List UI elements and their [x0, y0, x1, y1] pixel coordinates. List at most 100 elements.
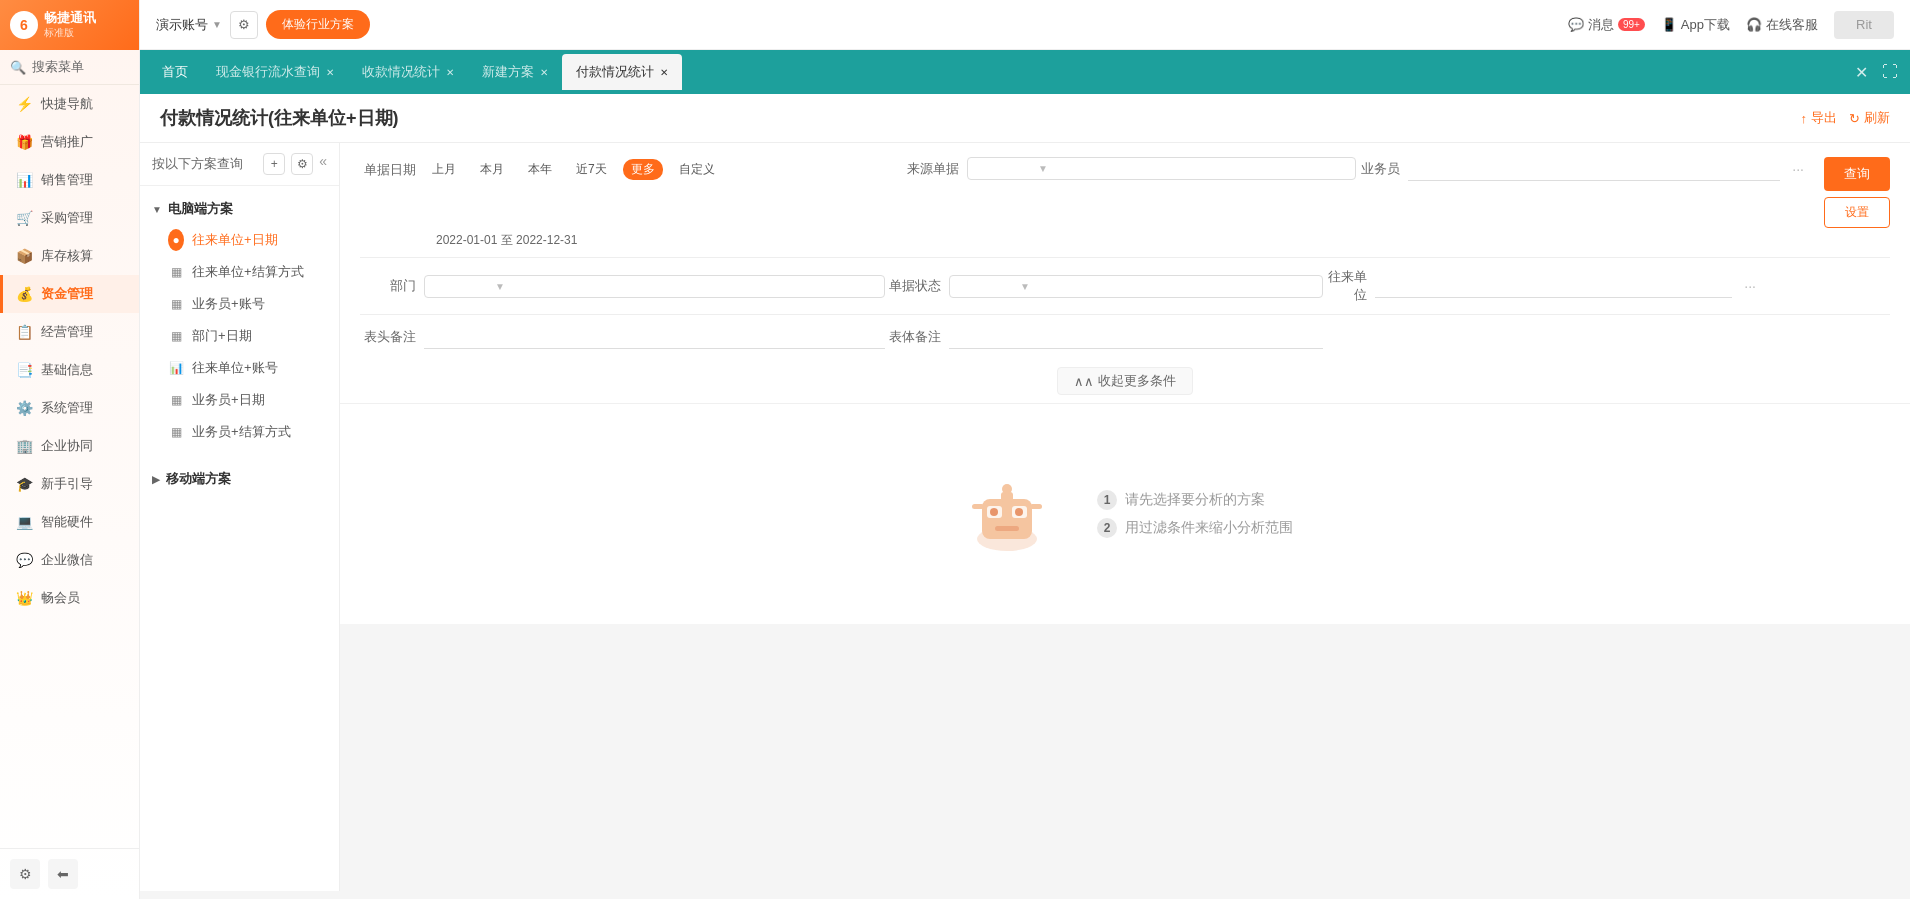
sidebar-brand: 畅捷通讯 标准版: [44, 10, 96, 40]
sidebar-item-label: 系统管理: [41, 399, 93, 417]
tip-num-2: 2: [1097, 518, 1117, 538]
salesman-more-btn[interactable]: ···: [1788, 161, 1808, 177]
tab-close-receivable[interactable]: ✕: [446, 67, 454, 78]
sidebar-item-inventory[interactable]: 📦 库存核算: [0, 237, 139, 275]
collapse-sidebar-btn[interactable]: ⬅: [48, 859, 78, 889]
message-badge: 99+: [1618, 18, 1645, 31]
voucher-status-select[interactable]: ▼: [949, 275, 1323, 298]
page-content: 付款情况统计(往来单位+日期) ↑ 导出 ↻ 刷新 按: [140, 94, 1910, 899]
page-header-actions: ↑ 导出 ↻ 刷新: [1801, 109, 1891, 127]
sidebar-item-guide[interactable]: 🎓 新手引导: [0, 465, 139, 503]
tab-bar: 首页 现金银行流水查询 ✕ 收款情况统计 ✕ 新建方案 ✕ 付款情况统计 ✕ ✕…: [140, 50, 1910, 94]
export-icon: ↑: [1801, 111, 1808, 126]
message-icon: 💬: [1568, 17, 1584, 32]
settings-footer-btn[interactable]: ⚙: [10, 859, 40, 889]
counterpart-more-btn[interactable]: ···: [1740, 278, 1760, 294]
custom-date-btn[interactable]: 自定义: [671, 157, 723, 182]
sidebar-item-marketing[interactable]: 🎁 营销推广: [0, 123, 139, 161]
scheme-item-label: 往来单位+日期: [192, 231, 278, 249]
scheme-item-salesman-date[interactable]: ▦ 业务员+日期: [140, 384, 339, 416]
tab-payment-stat[interactable]: 付款情况统计 ✕: [562, 54, 682, 90]
sidebar-item-hardware[interactable]: 💻 智能硬件: [0, 503, 139, 541]
scheme-item-counterpart-date[interactable]: ● 往来单位+日期: [140, 224, 339, 256]
search-menu[interactable]: 🔍 搜索菜单: [0, 50, 139, 85]
wechat-icon: 💬: [15, 551, 33, 569]
enterprise-icon: 🏢: [15, 437, 33, 455]
top-bar-right: 💬 消息 99+ 📱 App下载 🎧 在线客服 Rit: [1568, 11, 1894, 39]
dept-select[interactable]: ▼: [424, 275, 885, 298]
app-download-label: App下载: [1681, 16, 1730, 34]
header-note-label: 表头备注: [360, 328, 416, 346]
empty-icon: [957, 464, 1057, 564]
settings-set-btn[interactable]: 设置: [1824, 197, 1890, 228]
scheme-item-salesman-account[interactable]: ▦ 业务员+账号: [140, 288, 339, 320]
add-scheme-btn[interactable]: +: [263, 153, 285, 175]
collapse-icon: ∧∧: [1074, 374, 1094, 389]
counterpart-input[interactable]: [1375, 274, 1733, 298]
tab-new-scheme[interactable]: 新建方案 ✕: [468, 54, 562, 90]
messages-btn[interactable]: 💬 消息 99+: [1568, 16, 1645, 34]
sidebar-item-basic-info[interactable]: 📑 基础信息: [0, 351, 139, 389]
online-service-btn[interactable]: 🎧 在线客服: [1746, 16, 1818, 34]
basic-info-icon: 📑: [15, 361, 33, 379]
svg-rect-6: [995, 526, 1019, 531]
last-7-days-btn[interactable]: 近7天: [568, 157, 615, 182]
sidebar-item-operation[interactable]: 📋 经营管理: [0, 313, 139, 351]
sidebar-item-system[interactable]: ⚙️ 系统管理: [0, 389, 139, 427]
refresh-btn[interactable]: ↻ 刷新: [1849, 109, 1890, 127]
tab-bank-flow[interactable]: 现金银行流水查询 ✕: [202, 54, 348, 90]
sidebar-item-member[interactable]: 👑 畅会员: [0, 579, 139, 617]
sidebar-item-sales[interactable]: 📊 销售管理: [0, 161, 139, 199]
sidebar-item-purchase[interactable]: 🛒 采购管理: [0, 199, 139, 237]
inventory-icon: 📦: [15, 247, 33, 265]
source-voucher-select[interactable]: ▼: [967, 157, 1356, 180]
export-btn[interactable]: ↑ 导出: [1801, 109, 1838, 127]
source-voucher-arrow: ▼: [1038, 163, 1048, 174]
scheme-item-dept-date[interactable]: ▦ 部门+日期: [140, 320, 339, 352]
sidebar-item-label: 销售管理: [41, 171, 93, 189]
tab-home[interactable]: 首页: [148, 54, 202, 90]
tab-close-new-scheme[interactable]: ✕: [540, 67, 548, 78]
close-all-tabs-btn[interactable]: ✕: [1851, 59, 1872, 86]
search-icon: 🔍: [10, 60, 26, 75]
sidebar-item-finance[interactable]: 💰 资金管理: [0, 275, 139, 313]
salesman-input[interactable]: [1408, 157, 1781, 181]
tip-text-2: 用过滤条件来缩小分析范围: [1125, 519, 1293, 537]
body-note-label: 表体备注: [885, 328, 941, 346]
topbar-settings-btn[interactable]: ⚙: [230, 11, 258, 39]
query-btn[interactable]: 查询: [1824, 157, 1890, 191]
scheme-item-counterpart-account[interactable]: 📊 往来单位+账号: [140, 352, 339, 384]
tab-receivable[interactable]: 收款情况统计 ✕: [348, 54, 468, 90]
tab-close-payment-stat[interactable]: ✕: [660, 67, 668, 78]
scheme-item-salesman-settlement[interactable]: ▦ 业务员+结算方式: [140, 416, 339, 448]
desktop-scheme-header[interactable]: ▼ 电脑端方案: [140, 194, 339, 224]
user-avatar[interactable]: Rit: [1834, 11, 1894, 39]
sidebar-item-label: 新手引导: [41, 475, 93, 493]
sidebar-item-label: 快捷导航: [41, 95, 93, 113]
sales-icon: 📊: [15, 171, 33, 189]
scheme-settings-btn[interactable]: ⚙: [291, 153, 313, 175]
trial-btn[interactable]: 体验行业方案: [266, 10, 370, 39]
collapse-scheme-btn[interactable]: «: [319, 153, 327, 175]
scheme-item-counterpart-settlement[interactable]: ▦ 往来单位+结算方式: [140, 256, 339, 288]
empty-tip-1: 1 请先选择要分析的方案: [1097, 490, 1293, 510]
maximize-btn[interactable]: ⛶: [1878, 59, 1902, 86]
sidebar-item-wechat[interactable]: 💬 企业微信: [0, 541, 139, 579]
more-btn[interactable]: 更多: [623, 159, 663, 180]
collapse-more-btn[interactable]: ∧∧ 收起更多条件: [1057, 367, 1193, 395]
last-month-btn[interactable]: 上月: [424, 157, 464, 182]
this-month-btn[interactable]: 本月: [472, 157, 512, 182]
sidebar-item-quick-nav[interactable]: ⚡ 快捷导航: [0, 85, 139, 123]
sidebar-item-enterprise[interactable]: 🏢 企业协同: [0, 427, 139, 465]
dept-label: 部门: [360, 277, 416, 295]
mobile-scheme-header[interactable]: ▶ 移动端方案: [140, 464, 339, 494]
header-note-input[interactable]: [424, 325, 885, 349]
section-arrow-icon: ▶: [152, 474, 160, 485]
body-note-input[interactable]: [949, 325, 1323, 349]
date-button-group: 上月 本月 本年 近7天 更多 自定义: [424, 157, 903, 182]
this-year-btn[interactable]: 本年: [520, 157, 560, 182]
app-download-btn[interactable]: 📱 App下载: [1661, 16, 1730, 34]
scheme-icon: ▦: [168, 328, 184, 344]
tab-close-bank-flow[interactable]: ✕: [326, 67, 334, 78]
svg-rect-10: [1030, 504, 1042, 509]
